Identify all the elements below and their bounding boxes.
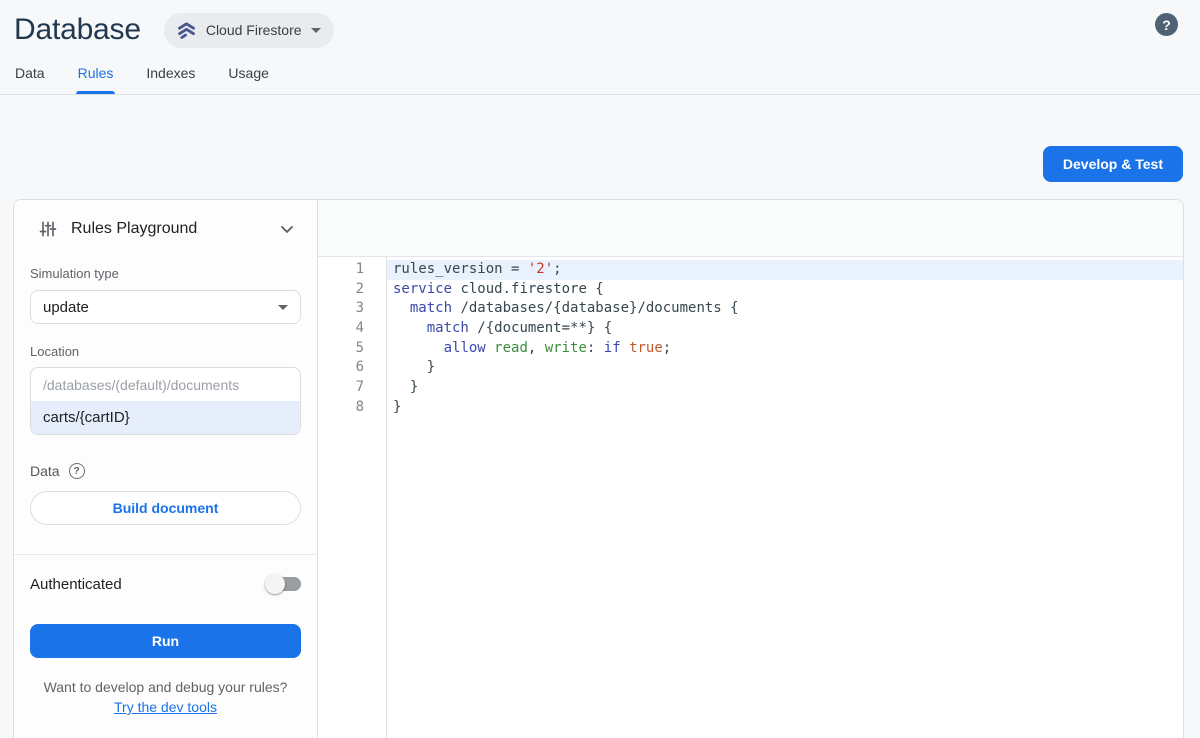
code-token: ,	[527, 339, 545, 356]
code-line[interactable]: service cloud.firestore {	[387, 280, 1183, 300]
dev-tools-link[interactable]: Try the dev tools	[114, 699, 217, 715]
code-token: service	[393, 280, 453, 297]
line-number: 3	[355, 300, 364, 317]
code-line[interactable]: rules_version = '2';	[387, 260, 1183, 280]
develop-test-button[interactable]: Develop & Test	[1042, 146, 1183, 182]
code-token: read	[494, 339, 528, 356]
code-token: }	[393, 359, 436, 376]
location-placeholder: /databases/(default)/documents	[43, 376, 240, 393]
code-token: allow	[443, 339, 486, 356]
tab-bar: Data Rules Indexes Usage	[0, 52, 1200, 95]
code-token: ;	[662, 339, 672, 356]
divider	[14, 554, 317, 555]
chevron-down-icon	[278, 304, 288, 310]
code-line[interactable]: match /{document=**} {	[387, 319, 1183, 339]
line-number: 6	[355, 359, 364, 376]
code-line[interactable]: match /databases/{database}/documents {	[387, 299, 1183, 319]
code-line[interactable]: }	[387, 378, 1183, 398]
rules-playground-panel: Rules Playground Simulation type update …	[14, 200, 318, 738]
product-selector[interactable]: Cloud Firestore	[163, 12, 334, 48]
help-icon: ?	[1162, 16, 1171, 33]
code-line[interactable]: }	[387, 398, 1183, 418]
code-token: /{document=**} {	[468, 320, 613, 337]
code-token: true	[629, 339, 663, 356]
app-header: Database Cloud Firestore ?	[0, 0, 1200, 52]
code-token: cloud.firestore {	[452, 280, 604, 297]
editor-toolbar	[318, 200, 1183, 257]
code-token: if	[603, 339, 621, 356]
page-title: Database	[14, 13, 141, 46]
help-button[interactable]: ?	[1155, 13, 1178, 36]
playground-title: Rules Playground	[71, 219, 198, 237]
tab-usage[interactable]: Usage	[227, 55, 269, 94]
simulation-type-label: Simulation type	[30, 266, 119, 281]
location-value[interactable]: carts/{cartID}	[31, 401, 300, 434]
code-line[interactable]: allow read, write: if true;	[387, 339, 1183, 359]
editor-gutter: 1 2 3 4 5 6 7 8	[318, 257, 387, 738]
firestore-icon	[176, 20, 197, 41]
run-button[interactable]: Run	[30, 624, 301, 658]
line-number: 4	[355, 320, 364, 337]
code-token: }	[393, 398, 402, 415]
code-token: match	[426, 320, 469, 337]
data-help-icon[interactable]: ?	[68, 463, 85, 479]
rules-editor: 12345678 rules_version = '2'; service clo…	[318, 200, 1183, 738]
code-token: /databases/{database}/documents {	[452, 300, 739, 317]
playground-header[interactable]: Rules Playground	[14, 200, 317, 257]
data-section-header: Data ?	[30, 463, 301, 479]
editor-code[interactable]: rules_version = '2'; service cloud.firest…	[387, 257, 1183, 738]
code-line[interactable]: }	[387, 358, 1183, 378]
location-input[interactable]: /databases/(default)/documents carts/{ca…	[30, 367, 301, 435]
product-selector-label: Cloud Firestore	[205, 22, 302, 38]
data-label: Data	[30, 463, 60, 479]
tune-icon	[38, 219, 58, 239]
toggle-knob	[265, 574, 285, 594]
rules-card: Rules Playground Simulation type update …	[13, 199, 1184, 738]
editor-main[interactable]: 12345678 rules_version = '2'; service clo…	[318, 257, 1183, 738]
code-token: rules_version =	[393, 261, 528, 277]
code-token: match	[409, 300, 453, 317]
collapse-chevron-icon[interactable]	[277, 219, 297, 239]
simulation-type-select[interactable]: update	[30, 290, 301, 324]
tab-indexes[interactable]: Indexes	[145, 55, 196, 94]
line-number: 7	[355, 379, 364, 396]
dev-tools-prompt: Want to develop and debug your rules?	[43, 679, 288, 695]
tab-rules[interactable]: Rules	[75, 55, 116, 94]
code-token: '2'	[527, 261, 554, 277]
code-token: write	[544, 339, 587, 356]
tab-data[interactable]: Data	[14, 55, 46, 94]
line-number: 1	[355, 261, 364, 277]
chevron-down-icon	[310, 27, 321, 33]
code-token: }	[393, 379, 419, 396]
playground-body: Simulation type update Location /databas…	[14, 266, 317, 717]
authenticated-label: Authenticated	[30, 575, 122, 593]
line-number: 8	[355, 398, 364, 415]
build-document-button[interactable]: Build document	[30, 491, 301, 525]
line-number: 2	[355, 280, 364, 297]
location-label: Location	[30, 344, 80, 359]
authenticated-toggle[interactable]	[265, 574, 301, 594]
simulation-type-value: update	[43, 298, 89, 316]
authenticated-row: Authenticated	[30, 574, 301, 594]
code-token: :	[586, 339, 604, 356]
code-token: ;	[553, 261, 562, 277]
line-number: 5	[355, 339, 364, 356]
